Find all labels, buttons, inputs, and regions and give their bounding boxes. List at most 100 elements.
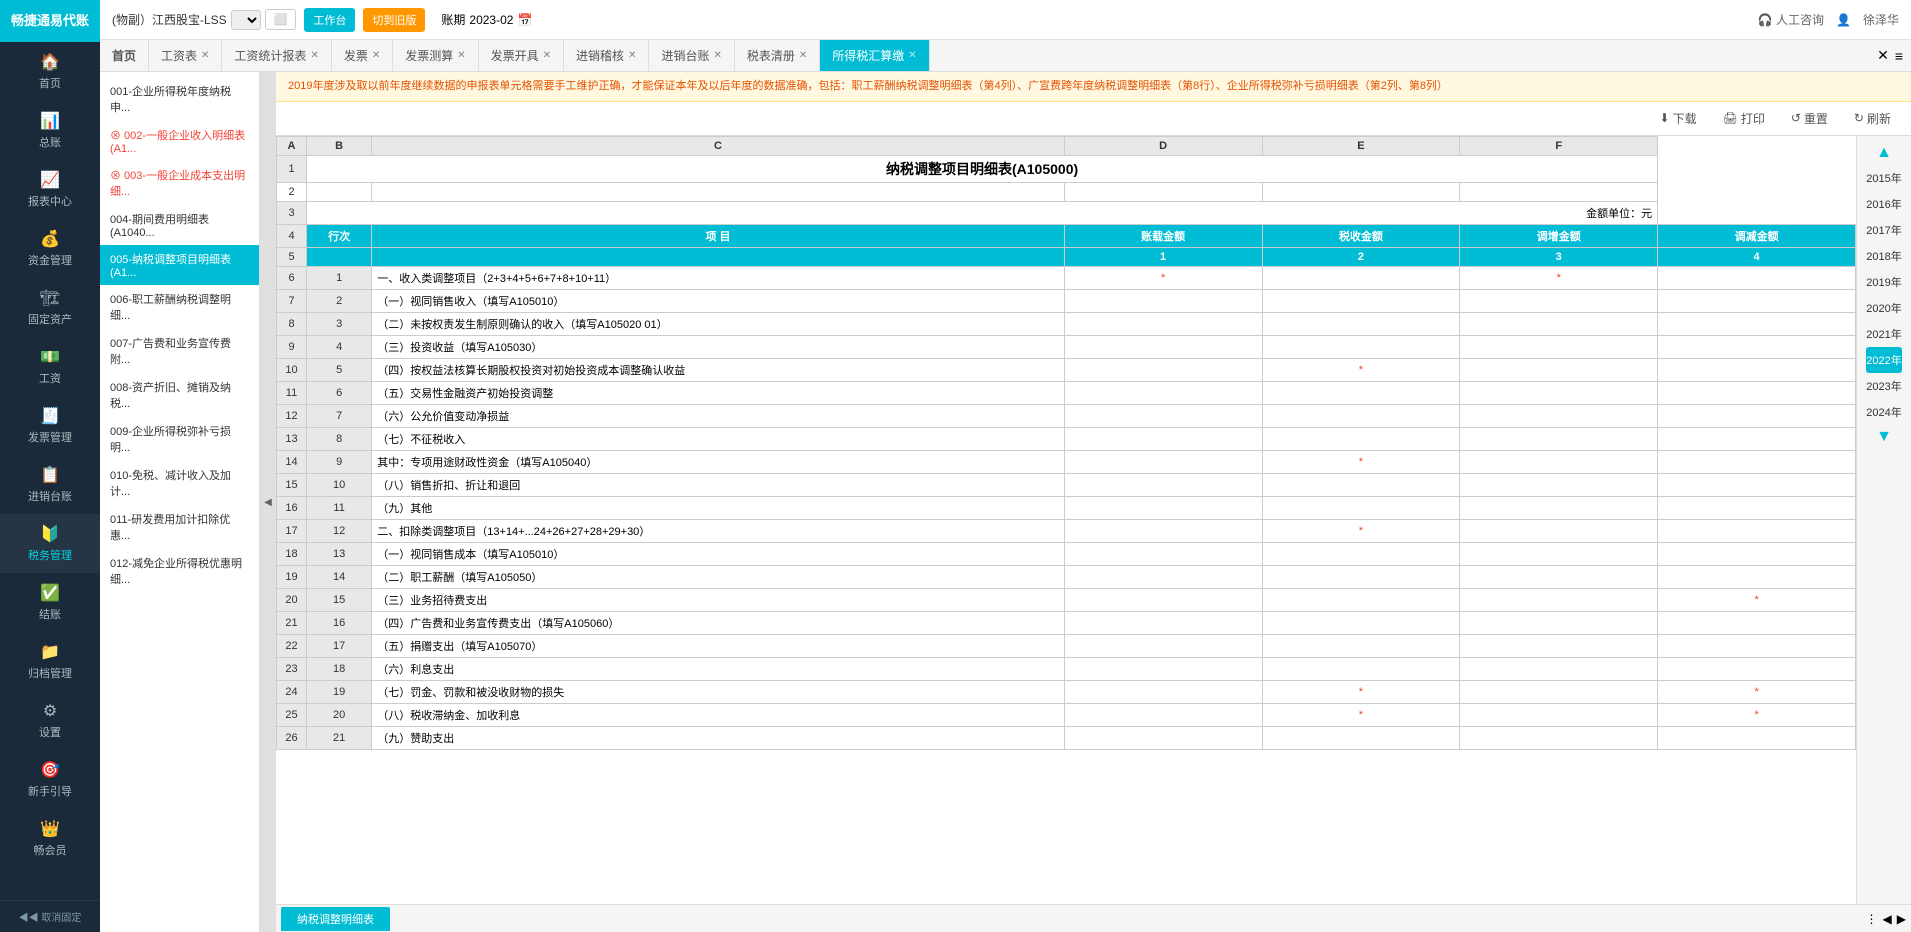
year-down-btn[interactable]: ▼ [1873,425,1895,449]
sidebar-label: 结账 [39,606,61,622]
tab-close[interactable]: ✕ [372,50,380,61]
refresh-btn[interactable]: ↻ 刷新 [1846,107,1899,130]
download-btn[interactable]: ⬇ 下载 [1652,107,1705,130]
left-panel-item[interactable]: 007-广告费和业务宣传费附... [100,329,259,373]
close-all-btn[interactable]: ✕ [1877,47,1889,64]
year-item-2016年[interactable]: 2016年 [1866,191,1901,217]
col-a: A [277,136,307,155]
tab-发票开具[interactable]: 发票开具✕ [479,40,564,71]
year-item-2020年[interactable]: 2020年 [1866,295,1901,321]
sidebar-item-税务管理[interactable]: 🔰税务管理 [0,514,100,573]
tab-close[interactable]: ✕ [201,50,209,61]
left-panel-item[interactable]: 006-职工薪酬纳税调整明细... [100,285,259,329]
tab-发票测算[interactable]: 发票测算✕ [393,40,478,71]
table-row: 2 [277,182,1856,201]
panel-toggle-btn[interactable]: ◀ [260,72,276,932]
left-panel-item[interactable]: 008-资产折旧、摊销及纳税... [100,373,259,417]
table-row: 94（三）投资收益（填写A105030） [277,335,1856,358]
tab-工资统计报表[interactable]: 工资统计报表✕ [222,40,331,71]
table-row: 127（六）公允价值变动净损益 [277,404,1856,427]
left-panel-item[interactable]: 011-研发费用加计扣除优惠... [100,505,259,549]
sidebar-item-总账[interactable]: 📊 总账 [0,101,100,160]
left-panel-item[interactable]: 012-减免企业所得税优惠明细... [100,549,259,593]
sidebar-item-畅会员[interactable]: 👑畅会员 [0,809,100,868]
tab-工资表[interactable]: 工资表✕ [149,40,222,71]
content-area: 001-企业所得税年度纳税申...⊗ 002-一般企业收入明细表(A1... ⊗ … [100,72,1911,932]
company-dropdown[interactable] [231,10,261,30]
year-item-2021年[interactable]: 2021年 [1866,321,1901,347]
tab-close[interactable]: ✕ [310,50,318,61]
sidebar-icon: 📁 [40,642,60,662]
work-table-btn[interactable]: 工作台 [304,8,355,32]
bottom-tabbar: 纳税调整明细表 ⋮ ◀ ▶ [276,904,1911,932]
table-row: 2318（六）利息支出 [277,657,1856,680]
sidebar-icon: 📊 [40,111,60,131]
left-panel-item[interactable]: 010-免税、减计收入及加计... [100,461,259,505]
col-d: D [1064,136,1262,155]
table-row: 1712二、扣除类调整项目（13+14+...24+26+27+28+29+30… [277,519,1856,542]
year-item-2018年[interactable]: 2018年 [1866,243,1901,269]
scroll-left-btn[interactable]: ◀ [1883,912,1892,926]
left-item-label: 009-企业所得税弥补亏损明... [110,423,249,455]
left-panel-item[interactable]: ⊗ 002-一般企业收入明细表(A1... [100,121,259,161]
tab-close[interactable]: ✕ [628,50,636,61]
sidebar-label: 报表中心 [28,193,72,209]
tab-所得税汇算缴[interactable]: 所得税汇算缴✕ [820,40,929,71]
left-panel-item[interactable]: 004-期间费用明细表(A1040... [100,205,259,245]
sidebar-label: 首页 [39,75,61,91]
year-item-2015年[interactable]: 2015年 [1866,165,1901,191]
sidebar-item-新手引导[interactable]: 🎯新手引导 [0,750,100,809]
switch-old-btn[interactable]: 切到旧版 [363,8,425,32]
sidebar-label: 总账 [39,134,61,150]
calendar-icon[interactable]: 📅 [517,13,532,27]
left-item-label: ⊗ 003-一般企业成本支出明细... [110,167,249,199]
print-btn[interactable]: 🖨 打印 [1715,107,1773,130]
tab-close[interactable]: ✕ [908,50,916,61]
tab-close[interactable]: ✕ [543,50,551,61]
sidebar-item-报表中心[interactable]: 📈报表中心 [0,160,100,219]
tab-close[interactable]: ✕ [799,50,807,61]
scroll-right-btn[interactable]: ▶ [1897,912,1906,926]
left-panel: 001-企业所得税年度纳税申...⊗ 002-一般企业收入明细表(A1... ⊗ … [100,72,260,932]
sidebar-icon: 👑 [40,819,60,839]
support-btn[interactable]: 🎧 人工咨询 [1758,11,1824,28]
reset-btn[interactable]: ↺ 重置 [1783,107,1836,130]
table-wrapper: A B C D E F 1纳税调整项目明细表(A105000)23金额单位：元4… [276,136,1856,905]
sidebar-unpin-btn[interactable]: ◀◀ 取消固定 [0,900,100,932]
year-item-2022年[interactable]: 2022年 [1866,347,1901,373]
menu-btn[interactable]: ≡ [1895,48,1903,64]
tab-进销稽核[interactable]: 进销稽核✕ [564,40,649,71]
app-logo: 畅捷通易代账 [0,0,100,42]
year-item-2024年[interactable]: 2024年 [1866,399,1901,425]
sidebar-item-工资[interactable]: 💵工资 [0,337,100,396]
year-item-2017年[interactable]: 2017年 [1866,217,1901,243]
copy-btn[interactable]: ⬜ [265,9,297,30]
tab-发票[interactable]: 发票✕ [332,40,393,71]
sheet-menu-btn[interactable]: ⋮ [1866,912,1878,926]
sidebar-item-首页[interactable]: 🏠首页 [0,42,100,101]
sidebar-label: 发票管理 [28,429,72,445]
sidebar-item-设置[interactable]: ⚙设置 [0,691,100,750]
tab-close[interactable]: ✕ [713,50,721,61]
tab-税表清册[interactable]: 税表清册✕ [735,40,820,71]
period-value: 2023-02 [469,13,513,27]
tab-close[interactable]: ✕ [457,50,465,61]
bottom-tab-main[interactable]: 纳税调整明细表 [281,907,390,931]
sidebar-item-固定资产[interactable]: 🏗固定资产 [0,278,100,337]
left-panel-item[interactable]: 005-纳税调整项目明细表(A1... [100,245,259,285]
left-panel-item[interactable]: 009-企业所得税弥补亏损明... [100,417,259,461]
sidebar-item-归档管理[interactable]: 📁归档管理 [0,632,100,691]
sidebar-item-结账[interactable]: ✅结账 [0,573,100,632]
left-panel-item[interactable]: 001-企业所得税年度纳税申... [100,77,259,121]
company-selector: (物副）江西股宝-LSS ⬜ [112,9,296,30]
year-up-btn[interactable]: ▲ [1873,141,1895,165]
tab-进销台账[interactable]: 进销台账✕ [649,40,734,71]
sidebar-icon: 🧾 [40,406,60,426]
year-item-2019年[interactable]: 2019年 [1866,269,1901,295]
left-panel-item[interactable]: ⊗ 003-一般企业成本支出明细... [100,161,259,205]
sidebar-item-进销台账[interactable]: 📋进销台账 [0,455,100,514]
sidebar-item-发票管理[interactable]: 🧾 发票管理 [0,396,100,455]
sidebar-item-资金管理[interactable]: 💰资金管理 [0,219,100,278]
tab-首页[interactable]: 首页 [100,40,149,71]
year-item-2023年[interactable]: 2023年 [1866,373,1901,399]
